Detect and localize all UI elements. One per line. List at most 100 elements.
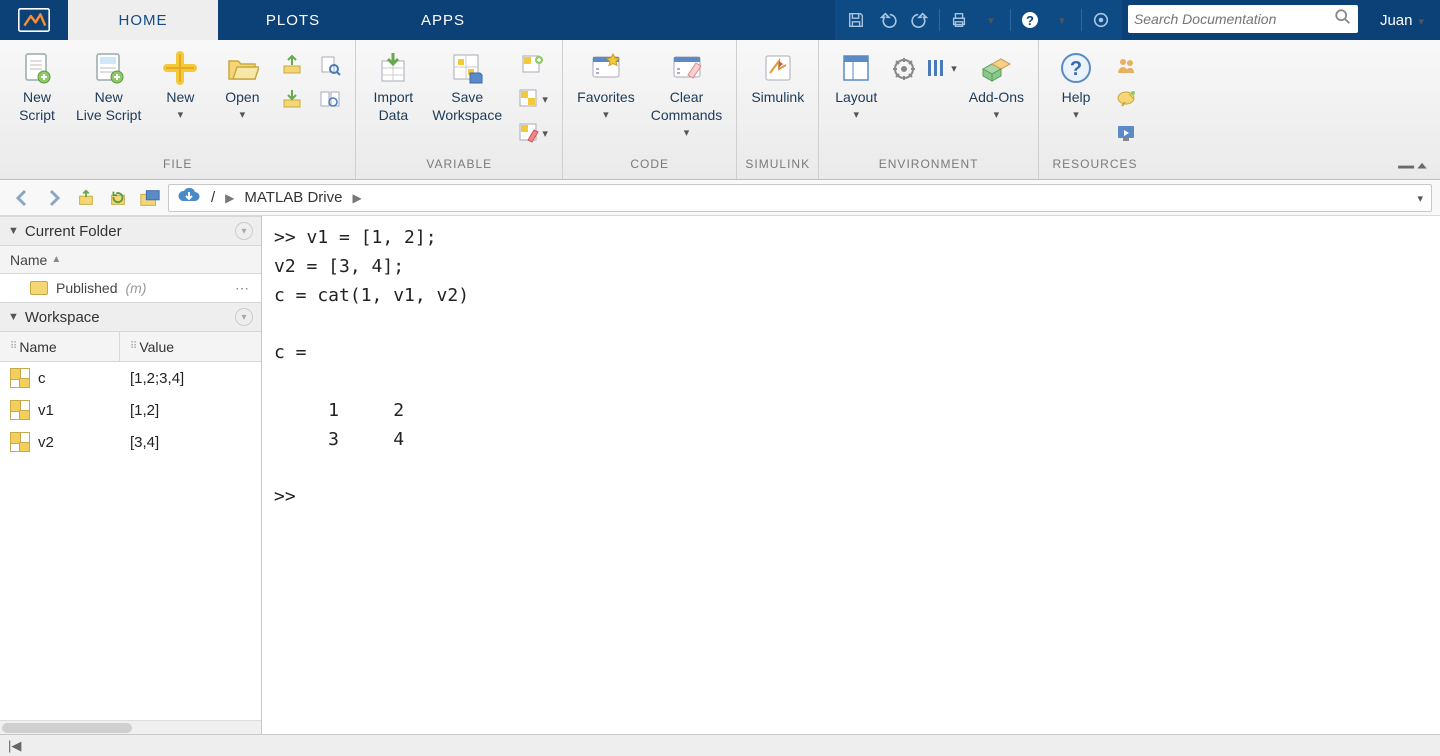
parallel-button[interactable] — [923, 46, 959, 80]
print-icon[interactable] — [944, 5, 974, 35]
download-icon[interactable] — [277, 84, 307, 114]
import-data-button[interactable]: Import Data — [364, 46, 422, 128]
group-code: Favorites Clear Commands CODE — [563, 40, 737, 179]
current-folder-col-header[interactable]: Name▲ — [0, 246, 261, 274]
help-quick-icon[interactable]: ? — [1015, 5, 1045, 35]
collapse-icon[interactable]: ▼ — [8, 225, 19, 237]
address-path: / ▶ MATLAB Drive ▶ — [168, 184, 1432, 212]
side-panels: ▼ Current Folder ▾ Name▲ Published (m) ⋯… — [0, 216, 262, 734]
clear-workspace-icon[interactable] — [514, 118, 552, 148]
scrollbar-horizontal[interactable] — [0, 720, 261, 734]
undo-icon[interactable] — [873, 5, 903, 35]
group-label-variable: VARIABLE — [356, 157, 562, 179]
nav-back-icon[interactable] — [8, 184, 36, 212]
tab-plots[interactable]: PLOTS — [218, 0, 368, 40]
new-script-button[interactable]: New Script — [8, 46, 66, 128]
workspace-body: c [1,2;3,4] v1 [1,2] v2 [3,4] — [0, 362, 261, 720]
workspace-var-row[interactable]: v1 [1,2] — [0, 394, 261, 426]
chevron-down-icon — [853, 108, 859, 121]
clear-commands-button[interactable]: Clear Commands — [645, 46, 729, 143]
chevron-down-icon — [178, 108, 184, 121]
command-window-content: >> v1 = [1, 2]; v2 = [3, 4]; c = cat(1, … — [262, 216, 1440, 520]
nav-browse-icon[interactable] — [136, 184, 164, 212]
chevron-down-icon — [542, 124, 548, 142]
cloud-icon[interactable] — [177, 187, 201, 209]
search-input[interactable] — [1134, 11, 1334, 27]
address-dropdown-icon[interactable] — [1417, 189, 1423, 206]
variable-icon — [10, 432, 30, 452]
col-name[interactable]: ⠿Name — [0, 332, 120, 361]
rewind-icon[interactable]: |◀ — [8, 738, 21, 754]
chevron-right-icon[interactable]: ▶ — [225, 191, 234, 205]
group-label-file: FILE — [0, 157, 355, 179]
simulink-button[interactable]: Simulink — [745, 46, 810, 110]
tab-home[interactable]: HOME — [68, 0, 218, 40]
col-value[interactable]: ⠿Value — [120, 332, 261, 361]
print-dropdown-icon[interactable] — [976, 5, 1006, 35]
tab-apps[interactable]: APPS — [368, 0, 518, 40]
chevron-down-icon — [994, 108, 1000, 121]
open-variable-icon[interactable] — [514, 84, 552, 114]
group-environment: Layout Add-Ons ENVIRONMENT — [819, 40, 1039, 179]
search-icon[interactable] — [1334, 8, 1352, 31]
request-support-icon[interactable] — [1111, 84, 1141, 114]
addons-button[interactable]: Add-Ons — [963, 46, 1030, 125]
workspace-var-row[interactable]: v2 [3,4] — [0, 426, 261, 458]
address-bar: / ▶ MATLAB Drive ▶ — [0, 180, 1440, 216]
command-window[interactable]: >> v1 = [1, 2]; v2 = [3, 4]; c = cat(1, … — [262, 216, 1440, 734]
help-dropdown-icon[interactable] — [1047, 5, 1077, 35]
workspace-col-headers: ⠿Name ⠿Value — [0, 332, 261, 362]
chevron-down-icon — [1418, 12, 1424, 29]
workspace-header: ▼ Workspace ▾ — [0, 302, 261, 332]
save-icon[interactable] — [841, 5, 871, 35]
group-simulink: Simulink SIMULINK — [737, 40, 819, 179]
new-button[interactable]: New — [151, 46, 209, 125]
chevron-right-icon[interactable]: ▶ — [352, 191, 361, 205]
user-menu[interactable]: Juan — [1364, 0, 1440, 40]
workspace-var-row[interactable]: c [1,2;3,4] — [0, 362, 261, 394]
preferences-button[interactable] — [889, 46, 919, 84]
group-label-code: CODE — [563, 157, 736, 179]
app-logo — [0, 0, 68, 40]
nav-up-icon[interactable] — [72, 184, 100, 212]
toolstrip-ribbon: New Script New Live Script New Open — [0, 40, 1440, 180]
nav-forward-icon[interactable] — [40, 184, 68, 212]
compare-icon[interactable] — [315, 84, 345, 114]
group-label-environment: ENVIRONMENT — [819, 157, 1038, 179]
current-folder-header: ▼ Current Folder ▾ — [0, 216, 261, 246]
panel-menu-icon[interactable]: ▾ — [235, 308, 253, 326]
breadcrumb-root[interactable]: / — [211, 189, 215, 206]
group-variable: Import Data Save Workspace VARIABLE — [356, 40, 563, 179]
find-files-icon[interactable] — [315, 50, 345, 80]
target-icon[interactable] — [1086, 5, 1116, 35]
community-icon[interactable] — [1111, 50, 1141, 80]
layout-button[interactable]: Layout — [827, 46, 885, 125]
chevron-down-icon — [240, 108, 246, 121]
folder-row[interactable]: Published (m) ⋯ — [0, 274, 261, 302]
help-button[interactable]: ? Help — [1047, 46, 1105, 125]
open-button[interactable]: Open — [213, 46, 271, 125]
collapse-toolstrip-icon[interactable]: ▬▲ — [1398, 161, 1430, 172]
new-live-script-button[interactable]: New Live Script — [70, 46, 147, 128]
panel-menu-icon[interactable]: ▾ — [235, 222, 253, 240]
save-workspace-button[interactable]: Save Workspace — [426, 46, 508, 128]
new-variable-icon[interactable] — [514, 50, 552, 80]
folder-icon — [30, 281, 48, 295]
chevron-down-icon — [603, 108, 609, 121]
chevron-down-icon — [1073, 108, 1079, 121]
variable-icon — [10, 368, 30, 388]
svg-text:?: ? — [1026, 13, 1034, 28]
variable-icon — [10, 400, 30, 420]
nav-refresh-icon[interactable] — [104, 184, 132, 212]
status-bar: |◀ — [0, 734, 1440, 756]
breadcrumb-drive[interactable]: MATLAB Drive — [244, 189, 342, 206]
upload-icon[interactable] — [277, 50, 307, 80]
learn-matlab-icon[interactable] — [1111, 118, 1141, 148]
group-resources: ? Help RESOURCES — [1039, 40, 1151, 179]
favorites-button[interactable]: Favorites — [571, 46, 641, 125]
workspace-title: Workspace — [25, 309, 100, 326]
collapse-icon[interactable]: ▼ — [8, 311, 19, 323]
more-icon[interactable]: ⋯ — [235, 280, 249, 297]
redo-icon[interactable] — [905, 5, 935, 35]
group-label-resources: RESOURCES — [1039, 157, 1151, 179]
